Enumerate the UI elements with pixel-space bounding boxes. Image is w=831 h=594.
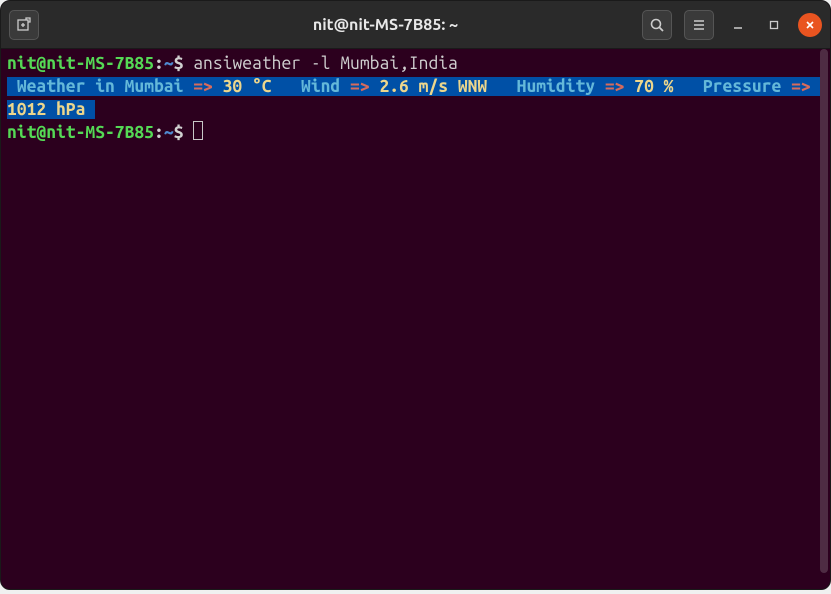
- hamburger-icon: [691, 17, 707, 33]
- terminal-body[interactable]: nit@nit-MS-7B85:~$ ansiweather -l Mumbai…: [1, 49, 830, 589]
- weather-arrow-2: =>: [340, 77, 379, 96]
- scrollbar-thumb[interactable]: [820, 49, 828, 573]
- weather-arrow-3: =>: [595, 77, 634, 96]
- scrollbar[interactable]: [818, 49, 830, 589]
- weather-wind: 2.6 m/s WNW: [379, 77, 487, 96]
- weather-wind-label: Wind: [301, 77, 340, 96]
- weather-arrow-1: =>: [183, 77, 222, 96]
- maximize-icon: [769, 20, 779, 30]
- prompt-path: ~: [164, 54, 174, 73]
- prompt-user: nit@nit-MS-7B85: [7, 54, 154, 73]
- prompt-separator: :: [154, 54, 164, 73]
- weather-location-label: Weather in Mumbai: [17, 77, 184, 96]
- prompt-symbol: $: [174, 54, 184, 73]
- prompt-separator-2: :: [154, 123, 164, 142]
- cursor: [193, 121, 203, 140]
- ansiweather-output: Weather in Mumbai => 30 °C Wind => 2.6 m…: [7, 76, 824, 122]
- weather-arrow-4: =>: [781, 77, 820, 96]
- close-button[interactable]: [798, 13, 822, 37]
- typed-command: ansiweather -l Mumbai,India: [193, 54, 458, 73]
- minimize-button[interactable]: [726, 13, 750, 37]
- terminal-window: nit@nit-MS-7B85: ~: [0, 0, 831, 590]
- minimize-icon: [733, 20, 743, 30]
- weather-pressure: 1012 hPa: [7, 100, 85, 119]
- maximize-button[interactable]: [762, 13, 786, 37]
- search-icon: [649, 17, 665, 33]
- prompt-user-2: nit@nit-MS-7B85: [7, 123, 154, 142]
- close-icon: [805, 20, 815, 30]
- new-tab-icon: [16, 17, 32, 33]
- weather-humidity: 70 %: [634, 77, 673, 96]
- prompt-symbol-2: $: [174, 123, 184, 142]
- weather-temp: 30 °C: [223, 77, 272, 96]
- prompt-line-1: nit@nit-MS-7B85:~$ ansiweather -l Mumbai…: [7, 53, 824, 76]
- titlebar: nit@nit-MS-7B85: ~: [1, 1, 830, 49]
- search-button[interactable]: [642, 10, 672, 40]
- menu-button[interactable]: [684, 10, 714, 40]
- weather-pressure-label: Pressure: [703, 77, 781, 96]
- new-tab-button[interactable]: [9, 10, 39, 40]
- window-title: nit@nit-MS-7B85: ~: [129, 16, 642, 34]
- prompt-path-2: ~: [164, 123, 174, 142]
- weather-humidity-label: Humidity: [517, 77, 595, 96]
- prompt-line-2: nit@nit-MS-7B85:~$: [7, 121, 824, 145]
